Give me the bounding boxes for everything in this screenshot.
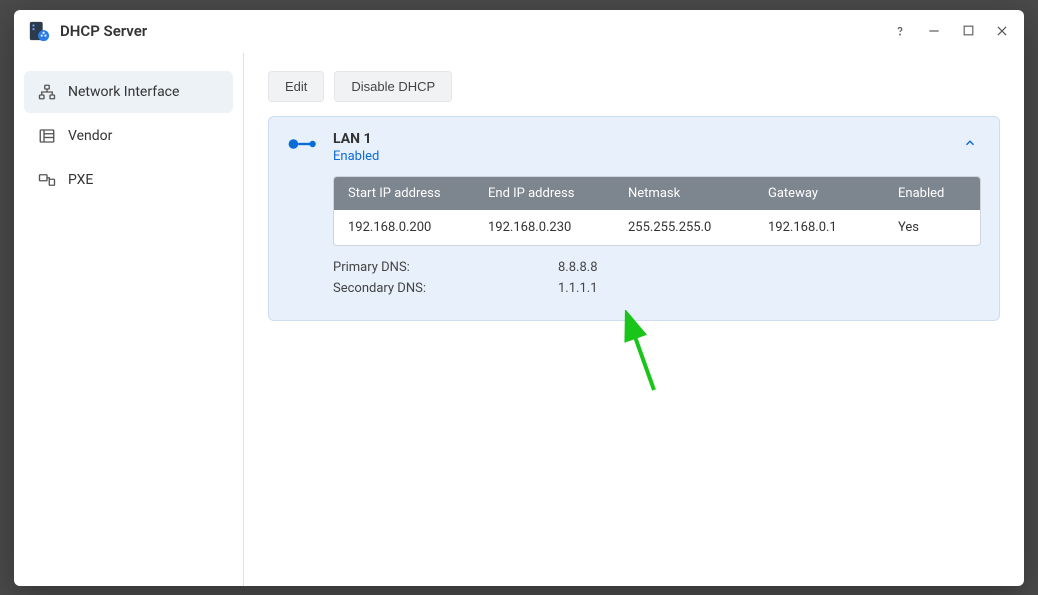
interface-panel[interactable]: LAN 1 Enabled Start IP address End IP ad… <box>268 116 1000 321</box>
sidebar-item-label: PXE <box>68 172 93 188</box>
vendor-icon <box>38 127 56 145</box>
cell-start-ip: 192.168.0.200 <box>334 210 474 245</box>
disable-dhcp-button[interactable]: Disable DHCP <box>334 71 452 102</box>
dns-info: Primary DNS: 8.8.8.8 Secondary DNS: 1.1.… <box>333 260 981 296</box>
sidebar-item-network-interface[interactable]: Network Interface <box>24 71 233 113</box>
edit-button[interactable]: Edit <box>268 71 324 102</box>
panel-title-wrap: LAN 1 Enabled <box>333 131 959 164</box>
col-end-ip: End IP address <box>474 177 614 210</box>
cell-netmask: 255.255.255.0 <box>614 210 754 245</box>
col-gateway: Gateway <box>754 177 884 210</box>
titlebar: DHCP Server <box>14 10 1024 53</box>
connection-icon <box>287 135 319 157</box>
window-controls <box>892 23 1010 39</box>
col-start-ip: Start IP address <box>334 177 474 210</box>
dns-secondary-label: Secondary DNS: <box>333 281 558 296</box>
toolbar: Edit Disable DHCP <box>268 71 1000 102</box>
maximize-icon[interactable] <box>960 23 976 39</box>
col-netmask: Netmask <box>614 177 754 210</box>
help-icon[interactable] <box>892 23 908 39</box>
sidebar: Network Interface Vendor <box>14 53 244 586</box>
sidebar-item-label: Network Interface <box>68 84 179 100</box>
dns-primary-value: 8.8.8.8 <box>558 260 598 275</box>
dns-secondary-row: Secondary DNS: 1.1.1.1 <box>333 281 981 296</box>
dns-primary-label: Primary DNS: <box>333 260 558 275</box>
ip-range-table: Start IP address End IP address Netmask … <box>333 176 981 246</box>
close-icon[interactable] <box>994 23 1010 39</box>
network-icon <box>38 83 56 101</box>
minimize-icon[interactable] <box>926 23 942 39</box>
col-enabled: Enabled <box>884 177 980 210</box>
window-title: DHCP Server <box>60 22 892 40</box>
sidebar-item-pxe[interactable]: PXE <box>24 159 233 201</box>
cell-end-ip: 192.168.0.230 <box>474 210 614 245</box>
dns-primary-row: Primary DNS: 8.8.8.8 <box>333 260 981 275</box>
cell-enabled: Yes <box>884 210 980 245</box>
panel-header: LAN 1 Enabled <box>287 131 981 164</box>
content-area: Edit Disable DHCP LAN 1 Enabled <box>244 53 1024 586</box>
table-header: Start IP address End IP address Netmask … <box>334 177 980 210</box>
interface-status: Enabled <box>333 149 959 164</box>
table-row[interactable]: 192.168.0.200 192.168.0.230 255.255.255.… <box>334 210 980 245</box>
dns-secondary-value: 1.1.1.1 <box>558 281 598 296</box>
sidebar-item-label: Vendor <box>68 128 112 144</box>
chevron-up-icon[interactable] <box>959 131 981 158</box>
cell-gateway: 192.168.0.1 <box>754 210 884 245</box>
main-area: Network Interface Vendor <box>14 53 1024 586</box>
sidebar-item-vendor[interactable]: Vendor <box>24 115 233 157</box>
interface-name: LAN 1 <box>333 131 959 147</box>
app-icon <box>28 20 50 42</box>
app-window: DHCP Server <box>14 10 1024 586</box>
pxe-icon <box>38 171 56 189</box>
